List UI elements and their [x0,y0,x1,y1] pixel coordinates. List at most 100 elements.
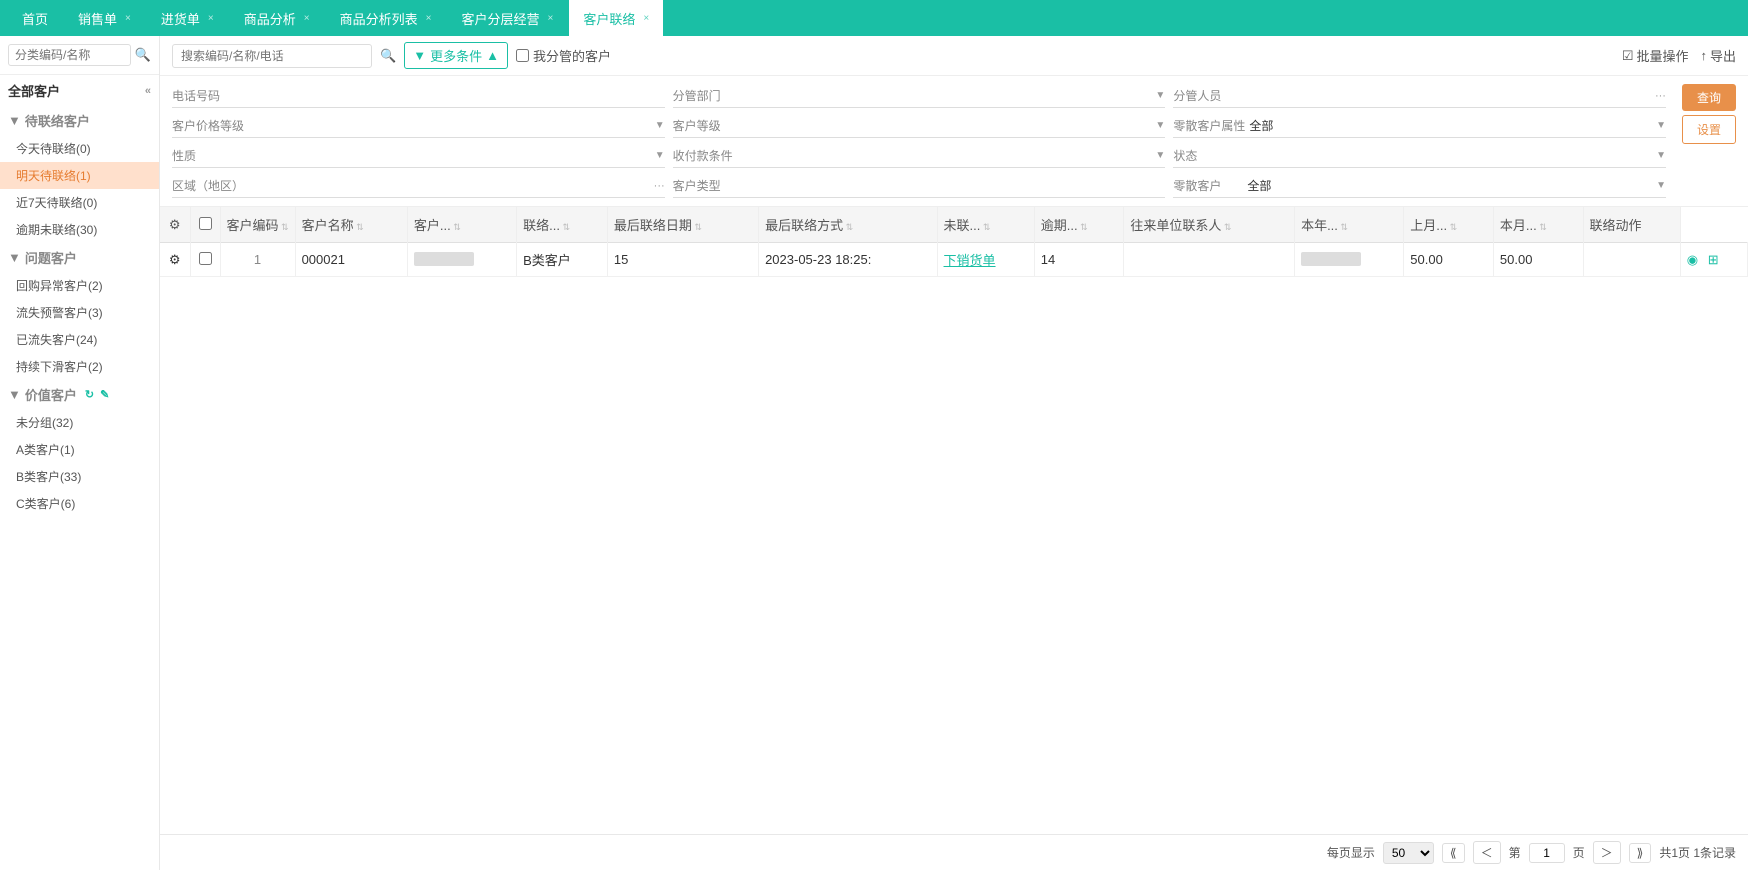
th-code[interactable]: 客户编码 [220,207,295,243]
sidebar-item-c-class[interactable]: C类客户(6) [0,490,159,517]
dept-dropdown-arrow[interactable]: ▼ [1155,90,1165,101]
region-more-btn[interactable]: ··· [654,180,665,192]
filter-nature[interactable]: 性质 ▼ [172,144,665,168]
filter-person[interactable]: 分管人员 ··· [1173,84,1666,108]
status-dropdown-arrow[interactable]: ▼ [1656,150,1666,161]
search-input[interactable] [172,44,372,68]
nav-close-customer-tier[interactable]: × [547,13,553,24]
first-page-btn[interactable]: ⟪ [1442,843,1465,863]
export-btn[interactable]: ↑ 导出 [1700,46,1736,65]
sidebar-group-value-edit[interactable]: ✎ [100,388,109,401]
adv-filter-actions: 查询 设置 [1682,84,1736,144]
td-last-month: 50.00 [1493,243,1583,277]
nav-product-list[interactable]: 商品分析列表 × [326,0,446,36]
customer-level-dropdown-arrow[interactable]: ▼ [1155,120,1165,131]
sidebar-collapse-icon[interactable]: « [145,85,151,97]
adv-filter-row2: 客户价格等级 ▼ 客户等级 ▼ 零散客户属性 全部 ▼ [172,114,1666,138]
th-this-month[interactable]: 本月... [1493,207,1583,243]
th-last-contact-date[interactable]: 最后联络日期 [607,207,758,243]
sidebar-search-input[interactable] [8,44,131,66]
search-icon[interactable]: 🔍 [380,48,396,64]
price-dropdown-arrow[interactable]: ▼ [655,120,665,131]
retail-customer-dropdown-arrow[interactable]: ▼ [1656,180,1666,191]
retail-attr-dropdown-arrow[interactable]: ▼ [1656,120,1666,131]
action-grid-icon[interactable]: ⊞ [1708,252,1719,267]
page-number-input[interactable] [1529,843,1565,863]
sidebar-item-today[interactable]: 今天待联络(0) [0,135,159,162]
nav-home[interactable]: 首页 [8,0,62,36]
contact-person-blurred [1301,252,1361,266]
select-all-checkbox[interactable] [199,217,212,230]
per-page-select[interactable]: 50 20 100 [1383,842,1434,864]
batch-op-btn[interactable]: ☑ 批量操作 [1622,46,1689,65]
sidebar-item-declining[interactable]: 持续下滑客户(2) [0,353,159,380]
adv-filter-row4: 区域（地区） ··· 客户类型 零散客户 全部 ▼ [172,174,1666,198]
th-last-contact-method[interactable]: 最后联络方式 [759,207,937,243]
th-name[interactable]: 客户名称 [295,207,407,243]
th-gear[interactable]: ⚙ [160,207,190,243]
filter-status[interactable]: 状态 ▼ [1173,144,1666,168]
person-more-btn[interactable]: ··· [1655,90,1666,102]
td-contacts: 15 [607,243,758,277]
sidebar-group-pending[interactable]: ▼ 待联络客户 [0,106,159,135]
th-checkbox[interactable] [190,207,220,243]
th-type[interactable]: 客户... [407,207,516,243]
td-checkbox[interactable] [190,243,220,277]
nav-close-product-list[interactable]: × [426,13,432,24]
payment-dropdown-arrow[interactable]: ▼ [1155,150,1165,161]
sidebar-item-overdue[interactable]: 逾期未联络(30) [0,216,159,243]
sidebar-item-churned[interactable]: 已流失客户(24) [0,326,159,353]
sidebar-item-b-class[interactable]: B类客户(33) [0,463,159,490]
th-overdue[interactable]: 逾期... [1034,207,1124,243]
filter-price-level[interactable]: 客户价格等级 ▼ [172,114,665,138]
sidebar-group-value-refresh[interactable]: ↻ [85,388,94,401]
nav-product-analysis[interactable]: 商品分析 × [230,0,324,36]
td-gear[interactable]: ⚙ [160,243,190,277]
nature-dropdown-arrow[interactable]: ▼ [655,150,665,161]
content-area: 🔍 ▼ 更多条件 ▲ 我分管的客户 ☑ 批量操作 ↑ 导出 [160,36,1748,870]
td-last-contact-method[interactable]: 下销货单 [937,243,1034,277]
nav-close-customer-contact[interactable]: × [643,13,649,24]
nav-close-sales[interactable]: × [125,13,131,24]
filter-customer-level[interactable]: 客户等级 ▼ [673,114,1166,138]
sidebar-all-customers[interactable]: 全部客户 « [0,75,159,106]
nav-purchase[interactable]: 进货单 × [147,0,228,36]
sidebar: 🔍 全部客户 « ▼ 待联络客户 今天待联络(0) 明天待联络(1) 近7天待联… [0,36,160,870]
th-last-month[interactable]: 上月... [1404,207,1494,243]
nav-close-purchase[interactable]: × [208,13,214,24]
settings-button[interactable]: 设置 [1682,115,1736,144]
row-checkbox[interactable] [199,252,212,265]
nav-close-product-analysis[interactable]: × [304,13,310,24]
sidebar-group-value[interactable]: ▼ 价值客户 ↻ ✎ [0,380,159,409]
th-no-contact-days[interactable]: 未联... [937,207,1034,243]
contact-method-link[interactable]: 下销货单 [944,253,996,268]
th-contact-person[interactable]: 往来单位联系人 [1124,207,1295,243]
my-customers-checkbox-label[interactable]: 我分管的客户 [516,46,611,65]
td-last-contact-date: 2023-05-23 18:25: [759,243,937,277]
query-button[interactable]: 查询 [1682,84,1736,111]
last-page-btn[interactable]: ⟫ [1629,843,1652,863]
nav-customer-contact[interactable]: 客户联络 × [569,0,663,36]
filter-payment[interactable]: 收付款条件 ▼ [673,144,1166,168]
my-customers-checkbox[interactable] [516,49,529,62]
sidebar-group-problem[interactable]: ▼ 问题客户 [0,243,159,272]
action-eye-icon[interactable]: ◉ [1687,252,1698,267]
filter-retail-customer[interactable]: 零散客户 全部 ▼ [1173,174,1666,198]
prev-page-btn[interactable]: ＜ [1473,841,1501,864]
filter-dept[interactable]: 分管部门 ▼ [673,84,1166,108]
more-conditions-btn[interactable]: ▼ 更多条件 ▲ [404,42,508,69]
th-this-year[interactable]: 本年... [1295,207,1404,243]
nav-sales[interactable]: 销售单 × [64,0,145,36]
sidebar-item-7days[interactable]: 近7天待联络(0) [0,189,159,216]
sidebar-item-ungrouped[interactable]: 未分组(32) [0,409,159,436]
th-contacts[interactable]: 联络... [517,207,608,243]
filter-region[interactable]: 区域（地区） ··· [172,174,665,198]
sidebar-item-tomorrow[interactable]: 明天待联络(1) [0,162,159,189]
sidebar-search-icon[interactable]: 🔍 [135,47,151,63]
nav-customer-tier[interactable]: 客户分层经营 × [447,0,567,36]
sidebar-item-churn-warning[interactable]: 流失预警客户(3) [0,299,159,326]
sidebar-item-a-class[interactable]: A类客户(1) [0,436,159,463]
next-page-btn[interactable]: ＞ [1593,841,1621,864]
filter-retail-attr[interactable]: 零散客户属性 全部 ▼ [1173,114,1666,138]
sidebar-item-repurchase-anomaly[interactable]: 回购异常客户(2) [0,272,159,299]
